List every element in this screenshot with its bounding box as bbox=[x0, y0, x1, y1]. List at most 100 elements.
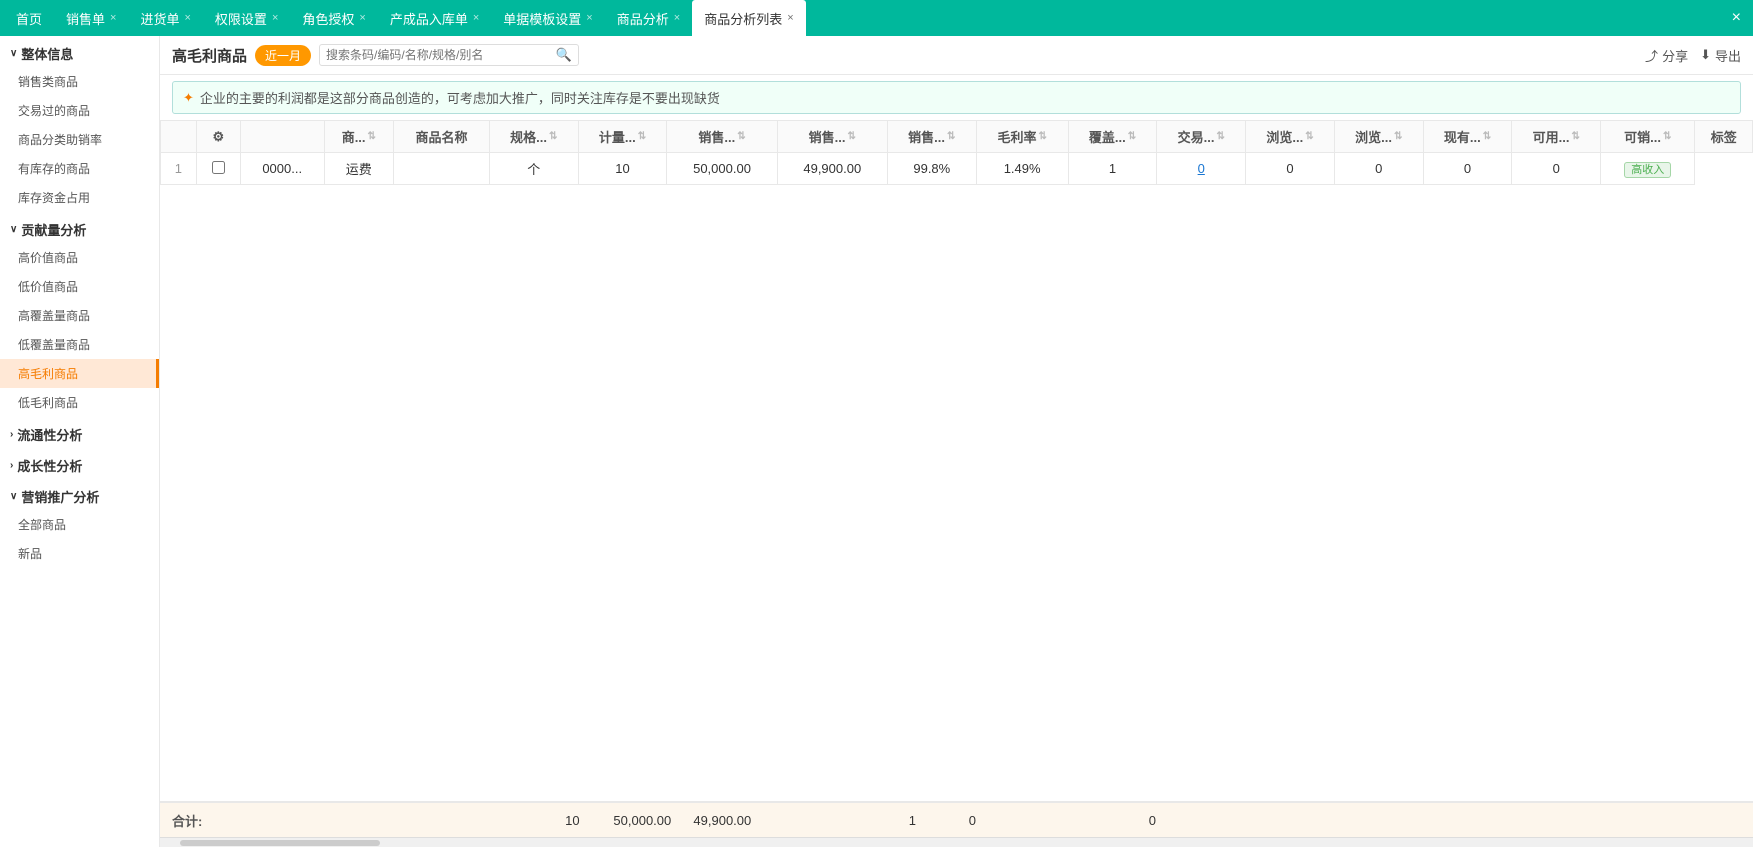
sidebar-item-低价值商品[interactable]: 低价值商品 bbox=[0, 272, 159, 301]
row-sale-profit: 49,900.00 bbox=[777, 153, 887, 185]
sidebar-item-商品分类助销率[interactable]: 商品分类助销率 bbox=[0, 125, 159, 154]
sidebar-item-库存资金占用[interactable]: 库存资金占用 bbox=[0, 183, 159, 212]
row-current: 0 bbox=[1334, 153, 1423, 185]
footer-cell-12 bbox=[1002, 813, 1062, 828]
nav-item-首页[interactable]: 首页 bbox=[4, 0, 54, 36]
sidebar-item-低覆盖量商品[interactable]: 低覆盖量商品 bbox=[0, 330, 159, 359]
sidebar-group-营销推广分析[interactable]: ∨营销推广分析 bbox=[0, 479, 159, 510]
footer-cell-10: 1 bbox=[882, 813, 942, 828]
sidebar-item-低毛利商品[interactable]: 低毛利商品 bbox=[0, 388, 159, 417]
sidebar-item-交易过的商品[interactable]: 交易过的商品 bbox=[0, 96, 159, 125]
col-header-sellable[interactable]: 可销...⇅ bbox=[1601, 121, 1695, 153]
nav-item-商品分析[interactable]: 商品分析× bbox=[605, 0, 692, 36]
footer-cell-3 bbox=[382, 813, 482, 828]
export-button[interactable]: ⬇ 导出 bbox=[1700, 46, 1741, 65]
col-header-trade[interactable]: 交易...⇅ bbox=[1157, 121, 1246, 153]
col-header-coverage[interactable]: 覆盖...⇅ bbox=[1068, 121, 1157, 153]
group-arrow-icon: ∨ bbox=[10, 48, 17, 59]
footer-cell-15 bbox=[1182, 813, 1242, 828]
sidebar-item-有库存的商品[interactable]: 有库存的商品 bbox=[0, 154, 159, 183]
col-header-margin[interactable]: 毛利率⇅ bbox=[976, 121, 1068, 153]
row-checkbox[interactable] bbox=[212, 161, 225, 174]
group-arrow-icon: ∨ bbox=[10, 224, 17, 235]
col-header-saleQty[interactable]: 销售...⇅ bbox=[667, 121, 777, 153]
sort-icon: ⇅ bbox=[1216, 131, 1224, 142]
close-tab-icon[interactable]: × bbox=[184, 12, 190, 24]
row-coverage: 1.49% bbox=[976, 153, 1068, 185]
close-tab-icon[interactable]: × bbox=[359, 12, 365, 24]
row-number: 1 bbox=[161, 153, 197, 185]
sidebar-item-销售类商品[interactable]: 销售类商品 bbox=[0, 67, 159, 96]
close-tab-icon[interactable]: × bbox=[473, 12, 479, 24]
footer-label: 合计: bbox=[172, 811, 202, 830]
search-input[interactable] bbox=[326, 48, 556, 62]
col-header-saleAmount[interactable]: 销售...⇅ bbox=[777, 121, 887, 153]
col-header-saleProfit[interactable]: 销售...⇅ bbox=[887, 121, 976, 153]
content-area: 高毛利商品 近一月 🔍 ⤴ 分享 ⬇ 导出 ✦ 企业的主要的利润都是这部分商品创… bbox=[160, 36, 1753, 847]
sort-icon: ⇅ bbox=[1305, 131, 1313, 142]
footer-cell-11: 0 bbox=[942, 813, 1002, 828]
close-all-button[interactable]: × bbox=[1732, 9, 1749, 27]
sort-icon: ⇅ bbox=[638, 131, 646, 142]
nav-item-角色授权[interactable]: 角色授权× bbox=[290, 0, 377, 36]
sidebar-group-成长性分析[interactable]: ›成长性分析 bbox=[0, 448, 159, 479]
nav-item-权限设置[interactable]: 权限设置× bbox=[203, 0, 290, 36]
col-header-unit[interactable]: 计量...⇅ bbox=[578, 121, 667, 153]
footer-cell-0 bbox=[222, 813, 282, 828]
table-footer: 合计: 1050,000.0049,900.00100 bbox=[160, 801, 1753, 837]
data-table: ⚙商...⇅商品名称规格...⇅计量...⇅销售...⇅销售...⇅销售...⇅… bbox=[160, 120, 1753, 185]
close-tab-icon[interactable]: × bbox=[586, 12, 592, 24]
sort-icon: ⇅ bbox=[1038, 131, 1046, 142]
col-header-checkbox bbox=[240, 121, 324, 153]
nav-item-单据模板设置[interactable]: 单据模板设置× bbox=[491, 0, 604, 36]
header-actions: ⤴ 分享 ⬇ 导出 bbox=[1645, 46, 1741, 65]
sidebar-item-新品[interactable]: 新品 bbox=[0, 539, 159, 568]
sort-icon: ⇅ bbox=[737, 131, 745, 142]
sort-icon: ⇅ bbox=[368, 131, 376, 142]
nav-item-销售单[interactable]: 销售单× bbox=[54, 0, 128, 36]
col-header-spec[interactable]: 规格...⇅ bbox=[489, 121, 578, 153]
nav-item-商品分析列表[interactable]: 商品分析列表× bbox=[692, 0, 805, 36]
sidebar-group-流通性分析[interactable]: ›流通性分析 bbox=[0, 417, 159, 448]
footer-cell-5: 10 bbox=[542, 813, 602, 828]
footer-cell-13 bbox=[1062, 813, 1122, 828]
row-code: 0000... bbox=[240, 153, 324, 185]
sort-icon: ⇅ bbox=[1663, 131, 1671, 142]
col-header-code[interactable]: 商...⇅ bbox=[324, 121, 394, 153]
close-tab-icon[interactable]: × bbox=[272, 12, 278, 24]
row-unit: 个 bbox=[489, 153, 578, 185]
info-icon: ✦ bbox=[183, 90, 194, 106]
footer-cell-4 bbox=[482, 813, 542, 828]
sidebar-collapse-button[interactable]: « bbox=[159, 422, 160, 462]
search-box: 🔍 bbox=[319, 44, 579, 66]
sidebar-item-全部商品[interactable]: 全部商品 bbox=[0, 510, 159, 539]
nav-item-产成品入库单[interactable]: 产成品入库单× bbox=[378, 0, 491, 36]
page-title: 高毛利商品 bbox=[172, 45, 247, 66]
col-header-current[interactable]: 现有...⇅ bbox=[1423, 121, 1512, 153]
col-header-browse1[interactable]: 浏览...⇅ bbox=[1246, 121, 1335, 153]
share-button[interactable]: ⤴ 分享 bbox=[1645, 46, 1688, 65]
row-trade: 1 bbox=[1068, 153, 1157, 185]
close-tab-icon[interactable]: × bbox=[674, 12, 680, 24]
sidebar-item-高覆盖量商品[interactable]: 高覆盖量商品 bbox=[0, 301, 159, 330]
col-header-browse2[interactable]: 浏览...⇅ bbox=[1334, 121, 1423, 153]
share-icon: ⤴ bbox=[1645, 46, 1658, 65]
group-arrow-icon: ∨ bbox=[10, 491, 17, 502]
sidebar-group-整体信息[interactable]: ∨整体信息 bbox=[0, 36, 159, 67]
search-icon[interactable]: 🔍 bbox=[556, 47, 572, 63]
col-header-name: 商品名称 bbox=[394, 121, 490, 153]
filter-button[interactable]: 近一月 bbox=[255, 45, 311, 66]
row-browse1[interactable]: 0 bbox=[1157, 153, 1246, 185]
table-row: 10000...运费个1050,000.0049,900.0099.8%1.49… bbox=[161, 153, 1753, 185]
close-tab-icon[interactable]: × bbox=[787, 12, 793, 24]
col-header-available[interactable]: 可用...⇅ bbox=[1512, 121, 1601, 153]
close-tab-icon[interactable]: × bbox=[110, 12, 116, 24]
nav-item-进货单[interactable]: 进货单× bbox=[128, 0, 202, 36]
row-margin: 99.8% bbox=[887, 153, 976, 185]
sidebar-item-高价值商品[interactable]: 高价值商品 bbox=[0, 243, 159, 272]
sidebar-item-高毛利商品[interactable]: 高毛利商品 bbox=[0, 359, 159, 388]
footer-cells: 1050,000.0049,900.00100 bbox=[222, 813, 1741, 828]
bottom-scrollbar[interactable] bbox=[160, 837, 1753, 847]
sort-icon: ⇅ bbox=[947, 131, 955, 142]
sidebar-group-贡献量分析[interactable]: ∨贡献量分析 bbox=[0, 212, 159, 243]
